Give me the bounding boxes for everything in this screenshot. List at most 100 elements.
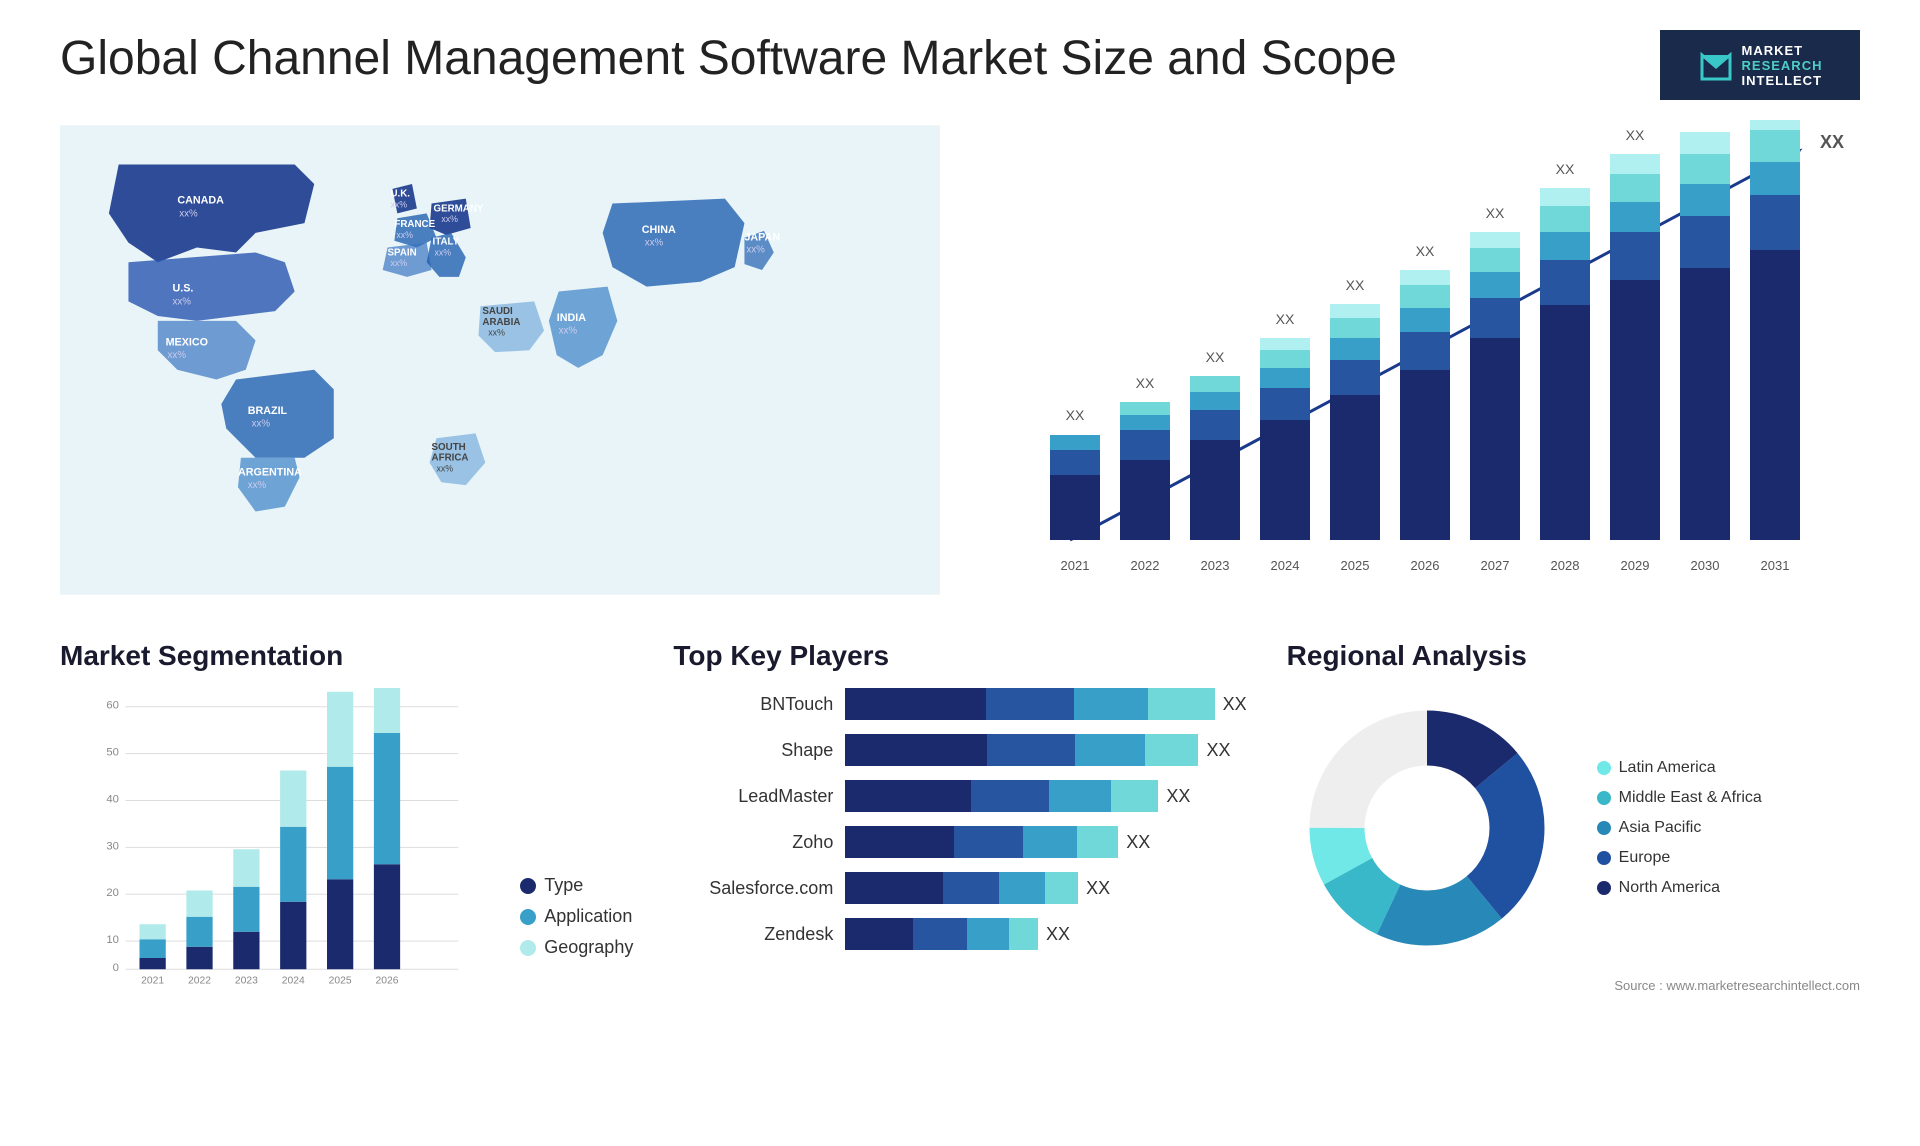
legend-type: Type xyxy=(520,875,633,896)
app-label: Application xyxy=(544,906,632,927)
svg-text:40: 40 xyxy=(106,793,119,805)
svg-text:xx%: xx% xyxy=(168,350,187,361)
legend-geography: Geography xyxy=(520,937,633,958)
svg-text:xx%: xx% xyxy=(746,244,765,255)
svg-text:20: 20 xyxy=(106,887,119,899)
regional-content: Latin America Middle East & Africa Asia … xyxy=(1287,688,1860,968)
seg-title: Market Segmentation xyxy=(60,640,633,672)
player-bar-zoho: XX xyxy=(845,826,1246,858)
svg-text:2021: 2021 xyxy=(141,975,164,986)
svg-text:xx%: xx% xyxy=(248,480,267,491)
mea-label: Middle East & Africa xyxy=(1619,789,1762,807)
svg-text:2022: 2022 xyxy=(188,975,211,986)
asia-label: Asia Pacific xyxy=(1619,819,1702,837)
svg-text:2026: 2026 xyxy=(1411,558,1440,573)
svg-text:2030: 2030 xyxy=(1691,558,1720,573)
svg-text:MEXICO: MEXICO xyxy=(166,336,208,348)
svg-text:2023: 2023 xyxy=(235,975,258,986)
player-name-leadmaster: LeadMaster xyxy=(673,786,833,807)
bottom-section: Market Segmentation 60 50 40 30 20 10 0 xyxy=(60,640,1860,993)
svg-text:XX: XX xyxy=(1066,407,1085,423)
svg-text:2025: 2025 xyxy=(1341,558,1370,573)
svg-text:2031: 2031 xyxy=(1761,558,1790,573)
svg-text:ARABIA: ARABIA xyxy=(482,317,520,328)
svg-text:xx%: xx% xyxy=(434,247,451,257)
northam-label: North America xyxy=(1619,879,1720,897)
players-title: Top Key Players xyxy=(673,640,1246,672)
svg-text:ARGENTINA: ARGENTINA xyxy=(238,466,302,478)
svg-text:XX: XX xyxy=(1626,127,1645,143)
svg-text:0: 0 xyxy=(113,962,119,974)
player-row: Salesforce.com XX xyxy=(673,872,1246,904)
map-area: CANADA xx% U.S. xx% MEXICO xx% BRAZIL xx… xyxy=(60,120,940,600)
logo-box: MARKET RESEARCH INTELLECT xyxy=(1660,30,1860,100)
svg-text:CHINA: CHINA xyxy=(642,224,676,236)
svg-text:U.K.: U.K. xyxy=(390,189,410,200)
type-dot xyxy=(520,878,536,894)
regional-analysis-area: Regional Analysis xyxy=(1287,640,1860,993)
svg-text:xx%: xx% xyxy=(252,418,271,429)
svg-text:xx%: xx% xyxy=(396,230,413,240)
player-row: Shape XX xyxy=(673,734,1246,766)
asia-dot xyxy=(1597,821,1611,835)
page-wrapper: Global Channel Management Software Marke… xyxy=(0,0,1920,1146)
svg-text:CANADA: CANADA xyxy=(177,195,224,207)
player-name-salesforce: Salesforce.com xyxy=(673,878,833,899)
market-segmentation-area: Market Segmentation 60 50 40 30 20 10 0 xyxy=(60,640,633,988)
player-name-zendesk: Zendesk xyxy=(673,924,833,945)
player-bar-shape: XX xyxy=(845,734,1246,766)
app-dot xyxy=(520,909,536,925)
player-bar-leadmaster: XX xyxy=(845,780,1246,812)
bar-chart-area: XX 2021 XX 2022 XX 2023 xyxy=(980,120,1860,600)
svg-text:60: 60 xyxy=(106,700,119,712)
svg-text:FRANCE: FRANCE xyxy=(394,219,435,230)
svg-text:XX: XX xyxy=(1556,161,1575,177)
source-text: Source : www.marketresearchintellect.com xyxy=(1287,978,1860,993)
svg-text:XX: XX xyxy=(1346,277,1365,293)
reg-legend-mea: Middle East & Africa xyxy=(1597,789,1762,807)
player-row: BNTouch XX xyxy=(673,688,1246,720)
reg-legend-europe: Europe xyxy=(1597,849,1762,867)
svg-text:2025: 2025 xyxy=(329,975,352,986)
northam-dot xyxy=(1597,881,1611,895)
seg-chart: 60 50 40 30 20 10 0 xyxy=(60,688,500,988)
europe-dot xyxy=(1597,851,1611,865)
svg-text:xx%: xx% xyxy=(390,199,407,209)
player-bar-bntouch: XX xyxy=(845,688,1246,720)
svg-text:XX: XX xyxy=(1206,349,1225,365)
europe-label: Europe xyxy=(1619,849,1671,867)
svg-text:XX: XX xyxy=(1136,375,1155,391)
svg-text:XX: XX xyxy=(1416,243,1435,259)
logo-area: MARKET RESEARCH INTELLECT xyxy=(1660,30,1860,100)
player-xx-shape: XX xyxy=(1206,740,1230,761)
svg-text:xx%: xx% xyxy=(559,326,578,337)
legend-application: Application xyxy=(520,906,633,927)
key-players-area: Top Key Players BNTouch XX xyxy=(653,640,1266,950)
player-xx-salesforce: XX xyxy=(1086,878,1110,899)
svg-text:BRAZIL: BRAZIL xyxy=(248,405,288,417)
players-list: BNTouch XX Shape xyxy=(673,688,1246,950)
world-map-svg: CANADA xx% U.S. xx% MEXICO xx% BRAZIL xx… xyxy=(60,120,940,600)
svg-text:XX: XX xyxy=(1820,132,1844,152)
svg-text:SAUDI: SAUDI xyxy=(482,306,513,317)
svg-text:xx%: xx% xyxy=(441,214,458,224)
donut-svg xyxy=(1287,688,1567,968)
svg-text:xx%: xx% xyxy=(645,238,664,249)
svg-text:U.S.: U.S. xyxy=(172,283,193,295)
svg-text:XX: XX xyxy=(1696,120,1715,123)
regional-legend: Latin America Middle East & Africa Asia … xyxy=(1597,759,1762,897)
reg-legend-latin: Latin America xyxy=(1597,759,1762,777)
svg-text:2027: 2027 xyxy=(1481,558,1510,573)
player-xx-bntouch: XX xyxy=(1223,694,1247,715)
reg-legend-northam: North America xyxy=(1597,879,1762,897)
player-bar-salesforce: XX xyxy=(845,872,1246,904)
latin-label: Latin America xyxy=(1619,759,1716,777)
svg-text:50: 50 xyxy=(106,747,119,759)
svg-text:xx%: xx% xyxy=(172,296,191,307)
player-xx-leadmaster: XX xyxy=(1166,786,1190,807)
player-name-bntouch: BNTouch xyxy=(673,694,833,715)
svg-text:2021: 2021 xyxy=(1061,558,1090,573)
reg-legend-asia: Asia Pacific xyxy=(1597,819,1762,837)
svg-text:xx%: xx% xyxy=(179,208,198,219)
svg-text:SOUTH: SOUTH xyxy=(432,442,466,453)
